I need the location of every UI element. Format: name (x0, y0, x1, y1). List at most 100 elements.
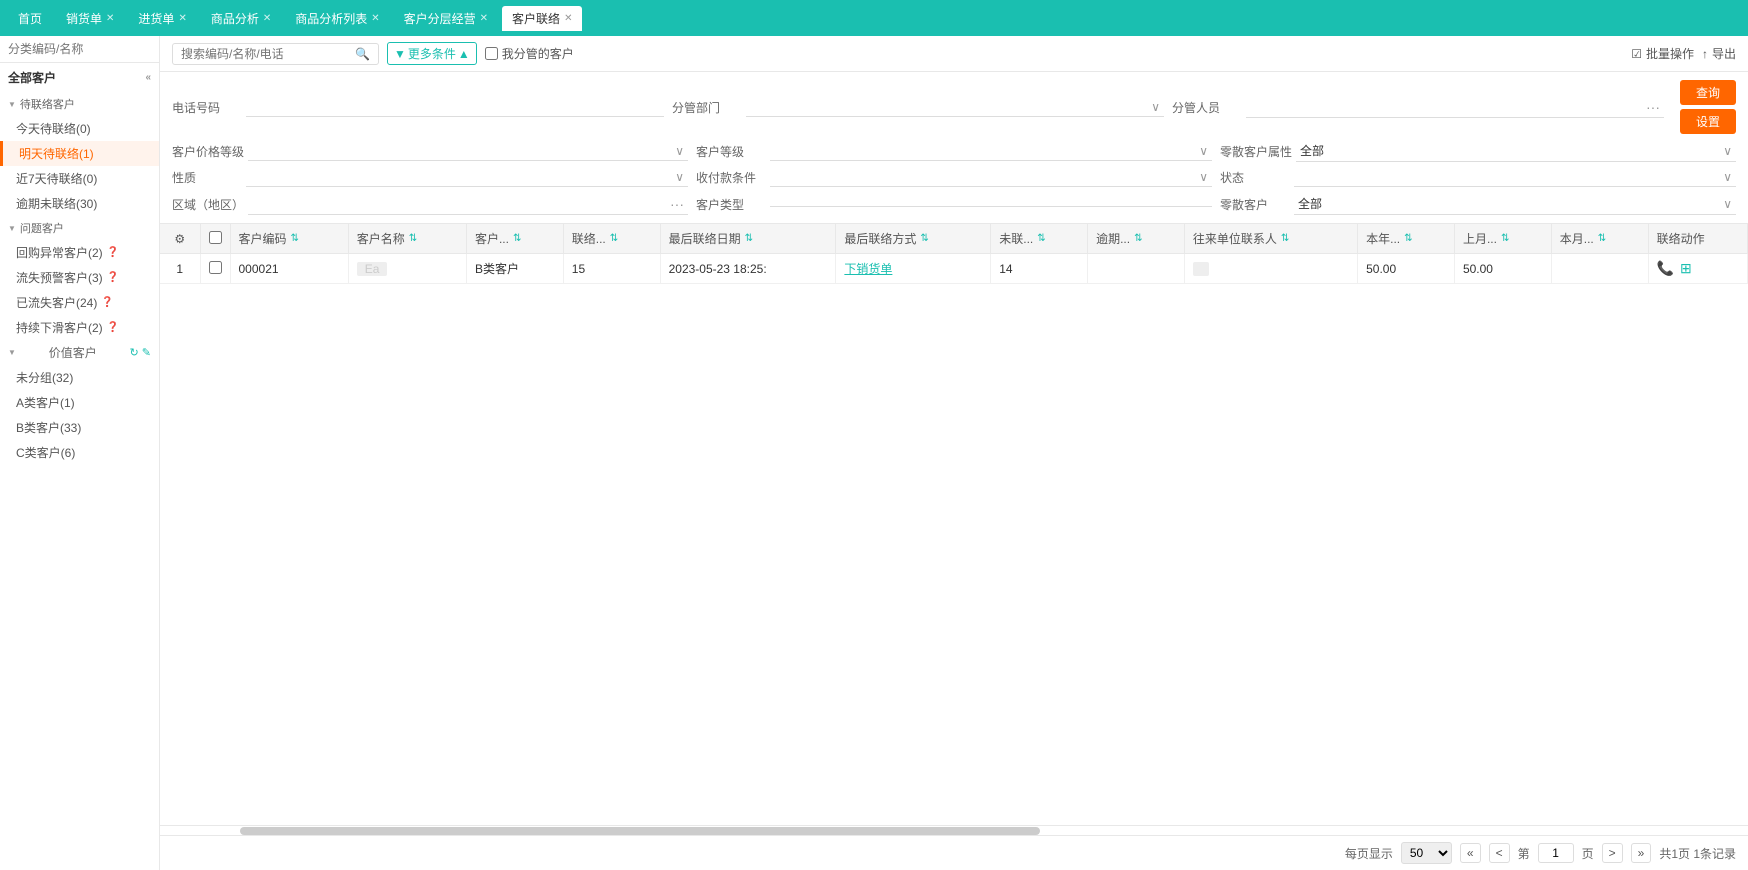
filter-phone-input[interactable] (246, 98, 664, 117)
filter-status-select[interactable]: ∨ (1294, 168, 1736, 187)
sort-icon-code[interactable]: ⇅ (291, 233, 299, 244)
per-page-select[interactable]: 50 100 200 (1401, 842, 1452, 864)
query-button[interactable]: 查询 (1680, 80, 1736, 105)
prev-page-btn[interactable]: < (1489, 843, 1510, 863)
th-settings[interactable]: ⚙ (160, 224, 200, 254)
th-last-contact-date[interactable]: 最后联络日期 ⇅ (660, 224, 836, 254)
th-customer-code[interactable]: 客户编码 ⇅ (230, 224, 348, 254)
table-row: 1 000021 Ea B类客户 15 2023-05-23 18:25: 下销… (160, 254, 1748, 284)
th-this-month[interactable]: 本月... ⇅ (1551, 224, 1648, 254)
th-last-month[interactable]: 上月... ⇅ (1454, 224, 1551, 254)
all-customers-header[interactable]: 全部客户 « (0, 63, 159, 92)
sidebar-item-tomorrow-contact[interactable]: 明天待联络(1) (0, 141, 159, 166)
nav-close-product-analysis[interactable]: ✕ (263, 13, 271, 24)
sort-icon-this-month[interactable]: ⇅ (1598, 233, 1606, 244)
th-customer-type[interactable]: 客户... ⇅ (466, 224, 563, 254)
filter-customer-grade: 客户等级 ∨ (696, 142, 1212, 161)
sidebar-item-class-b[interactable]: B类客户(33) (0, 415, 159, 440)
sort-icon-name[interactable]: ⇅ (409, 233, 417, 244)
page-unit: 页 (1582, 845, 1594, 862)
more-conditions-btn[interactable]: ▼ 更多条件 ▲ (387, 42, 477, 65)
sort-icon-contact[interactable]: ⇅ (610, 233, 618, 244)
action-phone-icon[interactable]: 📞 (1657, 260, 1674, 277)
th-uncontacted[interactable]: 未联... ⇅ (991, 224, 1088, 254)
sidebar-item-loss-warning[interactable]: 流失预警客户(3) ❓ (0, 265, 159, 290)
nav-close-sales-order[interactable]: ✕ (106, 13, 114, 24)
select-all-checkbox[interactable] (209, 231, 222, 244)
search-icon[interactable]: 🔍 (355, 47, 370, 61)
last-page-btn[interactable]: » (1631, 843, 1652, 863)
filter-manager-select[interactable]: ··· (1246, 97, 1664, 118)
sidebar-item-class-c[interactable]: C类客户(6) (0, 440, 159, 465)
sidebar-search-container: 🔍 (0, 36, 159, 63)
sort-icon-this-year[interactable]: ⇅ (1404, 233, 1412, 244)
filter-retail-attr-select[interactable]: 全部 ∨ (1296, 140, 1736, 162)
sidebar-item-today-contact[interactable]: 今天待联络(0) (0, 116, 159, 141)
manager-dots[interactable]: ··· (1646, 99, 1660, 115)
nav-close-product-analysis-list[interactable]: ✕ (371, 13, 379, 24)
page-input[interactable] (1538, 843, 1574, 863)
sort-icon-overdue[interactable]: ⇅ (1134, 233, 1142, 244)
td-checkbox[interactable] (200, 254, 230, 284)
th-contact-count[interactable]: 联络... ⇅ (563, 224, 660, 254)
sidebar-item-repurchase-abnormal[interactable]: 回购异常客户(2) ❓ (0, 240, 159, 265)
nav-close-customer-contact[interactable]: ✕ (564, 13, 572, 24)
filter-row-3: 性质 ∨ 收付款条件 ∨ 状态 (172, 168, 1736, 187)
filter-region-select[interactable]: ··· (248, 194, 688, 215)
nav-customer-layering[interactable]: 客户分层经营 ✕ (394, 6, 498, 31)
th-last-contact-method[interactable]: 最后联络方式 ⇅ (836, 224, 991, 254)
th-customer-name[interactable]: 客户名称 ⇅ (348, 224, 466, 254)
filter-retail-customer-select[interactable]: 全部 ∨ (1294, 193, 1736, 215)
sort-icon-type[interactable]: ⇅ (513, 233, 521, 244)
nav-close-purchase-order[interactable]: ✕ (178, 13, 186, 24)
first-page-btn[interactable]: « (1460, 843, 1481, 863)
customer-value-arrow: ∨ (675, 144, 684, 158)
row-checkbox[interactable] (209, 261, 222, 274)
sort-icon-last-month[interactable]: ⇅ (1501, 233, 1509, 244)
export-btn[interactable]: ↑ 导出 (1702, 45, 1736, 62)
settings-button[interactable]: 设置 (1680, 109, 1736, 134)
content-area: 🔍 ▼ 更多条件 ▲ 我分管的客户 ☑ 批量操作 ↑ 导出 (160, 36, 1748, 870)
th-this-year[interactable]: 本年... ⇅ (1358, 224, 1455, 254)
filter-payment-select[interactable]: ∨ (770, 168, 1212, 187)
sidebar-search-input[interactable] (8, 42, 160, 56)
sidebar-item-class-a[interactable]: A类客户(1) (0, 390, 159, 415)
sort-icon-uncontacted[interactable]: ⇅ (1037, 233, 1045, 244)
nav-customer-contact[interactable]: 客户联络 ✕ (502, 6, 582, 31)
region-dots[interactable]: ··· (670, 196, 684, 212)
nav-sales-order[interactable]: 销货单 ✕ (56, 6, 124, 31)
td-this-month (1551, 254, 1648, 284)
filter-customer-value-select[interactable]: ∨ (248, 142, 688, 161)
sidebar-item-ungrouped[interactable]: 未分组(32) (0, 365, 159, 390)
my-customers-checkbox[interactable]: 我分管的客户 (485, 45, 574, 62)
th-checkbox[interactable] (200, 224, 230, 254)
nav-product-analysis-list[interactable]: 商品分析列表 ✕ (285, 6, 389, 31)
sort-icon-unit-contact[interactable]: ⇅ (1281, 233, 1289, 244)
horizontal-scrollbar[interactable] (160, 825, 1748, 835)
sort-icon-date[interactable]: ⇅ (745, 233, 753, 244)
my-customers-check[interactable] (485, 47, 498, 60)
sort-icon-method[interactable]: ⇅ (920, 233, 928, 244)
td-last-contact-method[interactable]: 下销货单 (836, 254, 991, 284)
sidebar-item-declining-customers[interactable]: 持续下滑客户(2) ❓ (0, 315, 159, 340)
nav-purchase-order[interactable]: 进货单 ✕ (128, 6, 196, 31)
filter-customer-type-select[interactable] (770, 202, 1212, 207)
pagination: 每页显示 50 100 200 « < 第 页 > » 共1页 1条记录 (160, 835, 1748, 870)
th-unit-contact[interactable]: 往来单位联系人 ⇅ (1184, 224, 1357, 254)
sidebar-item-lost-customers[interactable]: 已流失客户(24) ❓ (0, 290, 159, 315)
filter-dept-select[interactable]: ∨ (746, 98, 1164, 117)
next-page-btn[interactable]: > (1602, 843, 1623, 863)
action-grid-icon[interactable]: ⊞ (1680, 260, 1692, 277)
filter-customer-grade-select[interactable]: ∨ (770, 142, 1212, 161)
sidebar-item-overdue-contact[interactable]: 逾期未联络(30) (0, 191, 159, 216)
filter-gender-select[interactable]: ∨ (246, 168, 688, 187)
search-input[interactable] (181, 47, 351, 61)
nav-home[interactable]: 首页 (8, 6, 52, 31)
sidebar-item-7days-contact[interactable]: 近7天待联络(0) (0, 166, 159, 191)
value-customers-icons[interactable]: ↻ ✎ (130, 346, 152, 359)
filter-gender-label: 性质 (172, 169, 242, 186)
nav-product-analysis[interactable]: 商品分析 ✕ (201, 6, 281, 31)
batch-ops-btn[interactable]: ☑ 批量操作 (1631, 45, 1694, 62)
th-overdue[interactable]: 逾期... ⇅ (1088, 224, 1185, 254)
nav-close-customer-layering[interactable]: ✕ (480, 13, 488, 24)
